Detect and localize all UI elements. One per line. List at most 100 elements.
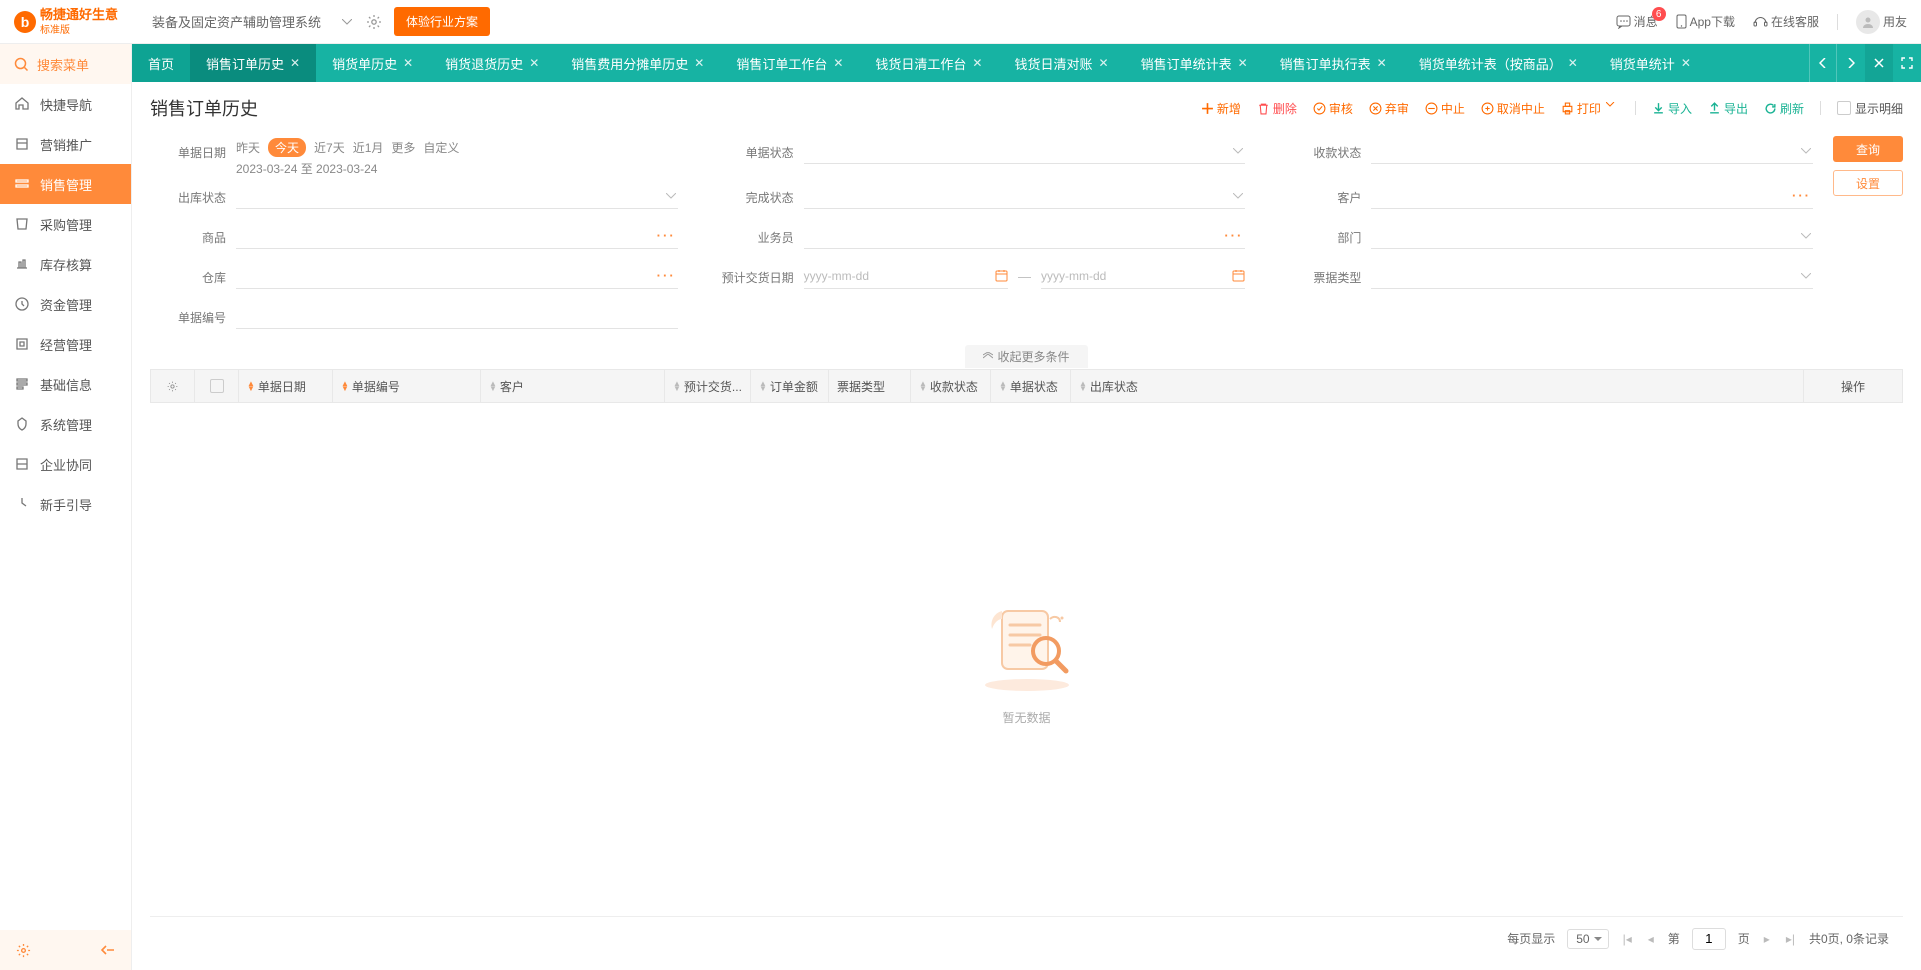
sidebar-item-10[interactable]: 新手引导 — [0, 484, 131, 524]
date-chip-5[interactable]: 自定义 — [423, 139, 459, 156]
tab-scroll-left[interactable] — [1809, 44, 1837, 82]
close-icon[interactable]: ✕ — [403, 56, 413, 70]
pay-status-select[interactable] — [1371, 138, 1813, 164]
col-expect-date[interactable]: ▲▼预计交货... — [665, 370, 751, 402]
phone-icon — [1676, 14, 1687, 29]
sidebar-item-7[interactable]: 基础信息 — [0, 364, 131, 404]
col-bill-no[interactable]: ▲▼单据编号 — [333, 370, 481, 402]
export-button[interactable]: 导出 — [1708, 100, 1748, 117]
stop-button[interactable]: 中止 — [1425, 100, 1465, 117]
online-service-button[interactable]: 在线客服 — [1753, 13, 1819, 30]
unstop-button[interactable]: 取消中止 — [1481, 100, 1545, 117]
date-chip-0[interactable]: 昨天 — [236, 139, 260, 156]
sidebar-item-4[interactable]: 库存核算 — [0, 244, 131, 284]
dept-select[interactable] — [1371, 223, 1813, 249]
customer-picker[interactable]: ··· — [1371, 183, 1813, 209]
app-download-button[interactable]: App下载 — [1676, 13, 1735, 30]
import-button[interactable]: 导入 — [1652, 100, 1692, 117]
col-bill-status[interactable]: ▲▼单据状态 — [991, 370, 1071, 402]
close-icon[interactable]: ✕ — [290, 56, 300, 70]
page-last[interactable]: ▸| — [1784, 932, 1797, 946]
close-icon[interactable]: ✕ — [529, 56, 539, 70]
system-selector[interactable]: 装备及固定资产辅助管理系统 — [152, 12, 352, 31]
out-status-select[interactable] — [236, 183, 678, 209]
close-icon[interactable]: ✕ — [833, 56, 843, 70]
close-icon[interactable]: ✕ — [972, 56, 982, 70]
sidebar-item-2[interactable]: 销售管理 — [0, 164, 131, 204]
query-button[interactable]: 查询 — [1833, 136, 1903, 162]
delete-button[interactable]: 删除 — [1257, 100, 1297, 117]
expect-date-from[interactable]: yyyy-mm-dd — [804, 263, 1008, 289]
print-button[interactable]: 打印 — [1561, 100, 1619, 117]
close-icon[interactable]: ✕ — [694, 56, 704, 70]
tab-fullscreen[interactable] — [1893, 44, 1921, 82]
close-icon[interactable]: ✕ — [1568, 56, 1578, 70]
tab-scroll-right[interactable] — [1837, 44, 1865, 82]
done-status-select[interactable] — [804, 183, 1246, 209]
tab-home[interactable]: 首页 — [132, 44, 190, 82]
col-customer[interactable]: ▲▼客户 — [481, 370, 665, 402]
tab-9[interactable]: 销货单统计表（按商品）✕ — [1403, 44, 1594, 82]
page-prev[interactable]: ◂ — [1646, 932, 1656, 946]
tab-8[interactable]: 销售订单执行表✕ — [1264, 44, 1403, 82]
sidebar-item-0[interactable]: 快捷导航 — [0, 84, 131, 124]
sidebar-item-8[interactable]: 系统管理 — [0, 404, 131, 444]
bill-no-input[interactable] — [236, 303, 678, 329]
col-pay-status[interactable]: ▲▼收款状态 — [911, 370, 991, 402]
download-label: App下载 — [1690, 13, 1735, 30]
page-input[interactable] — [1692, 928, 1726, 950]
refresh-button[interactable]: 刷新 — [1764, 100, 1804, 117]
system-settings-button[interactable] — [366, 14, 382, 30]
col-ticket-type[interactable]: 票据类型 — [829, 370, 911, 402]
add-button[interactable]: 新增 — [1201, 100, 1241, 117]
sidebar-settings-button[interactable] — [16, 943, 31, 958]
sidebar-item-6[interactable]: 经营管理 — [0, 324, 131, 364]
date-chip-2[interactable]: 近7天 — [314, 139, 345, 156]
industry-plan-button[interactable]: 体验行业方案 — [394, 7, 490, 36]
abandon-audit-button[interactable]: 弃审 — [1369, 100, 1409, 117]
tab-1[interactable]: 销货单历史✕ — [316, 44, 429, 82]
page-first[interactable]: |◂ — [1621, 932, 1634, 946]
page-next[interactable]: ▸ — [1762, 932, 1772, 946]
tab-2[interactable]: 销货退货历史✕ — [429, 44, 555, 82]
close-icon[interactable]: ✕ — [1238, 56, 1248, 70]
filter-settings-button[interactable]: 设置 — [1833, 170, 1903, 196]
date-chip-3[interactable]: 近1月 — [353, 139, 384, 156]
sidebar-item-9[interactable]: 企业协同 — [0, 444, 131, 484]
page-size-select[interactable]: 50 — [1567, 929, 1608, 949]
sidebar-search[interactable]: 搜索菜单 — [0, 44, 131, 84]
ticket-type-select[interactable] — [1371, 263, 1813, 289]
date-chip-4[interactable]: 更多 — [391, 139, 415, 156]
close-icon[interactable]: ✕ — [1099, 56, 1109, 70]
bill-status-select[interactable] — [804, 138, 1246, 164]
tab-7[interactable]: 销售订单统计表✕ — [1125, 44, 1264, 82]
table-settings-col[interactable] — [151, 370, 195, 402]
tab-0[interactable]: 销售订单历史✕ — [190, 44, 316, 82]
tab-10[interactable]: 销货单统计✕ — [1594, 44, 1707, 82]
warehouse-picker[interactable]: ··· — [236, 263, 678, 289]
expect-date-to[interactable]: yyyy-mm-dd — [1041, 263, 1245, 289]
message-button[interactable]: 消息 6 — [1616, 13, 1658, 30]
audit-button[interactable]: 审核 — [1313, 100, 1353, 117]
col-out-status[interactable]: ▲▼出库状态 — [1071, 370, 1804, 402]
tab-3[interactable]: 销售费用分摊单历史✕ — [555, 44, 720, 82]
user-menu[interactable]: 用友 — [1856, 10, 1907, 34]
tab-close-all[interactable] — [1865, 44, 1893, 82]
collapse-filters-button[interactable]: 收起更多条件 — [965, 345, 1087, 368]
show-detail-checkbox[interactable]: 显示明细 — [1837, 100, 1903, 117]
sidebar-item-1[interactable]: 营销推广 — [0, 124, 131, 164]
col-amount[interactable]: ▲▼订单金额 — [751, 370, 829, 402]
date-chip-1[interactable]: 今天 — [268, 138, 306, 157]
salesman-picker[interactable]: ··· — [804, 223, 1246, 249]
sidebar-collapse-button[interactable] — [99, 944, 115, 956]
tab-5[interactable]: 钱货日清工作台✕ — [859, 44, 998, 82]
tab-6[interactable]: 钱货日清对账✕ — [998, 44, 1124, 82]
product-picker[interactable]: ··· — [236, 223, 678, 249]
col-bill-date[interactable]: ▲▼单据日期 — [239, 370, 333, 402]
sidebar-item-5[interactable]: 资金管理 — [0, 284, 131, 324]
close-icon[interactable]: ✕ — [1681, 56, 1691, 70]
close-icon[interactable]: ✕ — [1377, 56, 1387, 70]
table-select-all[interactable] — [195, 370, 239, 402]
sidebar-item-3[interactable]: 采购管理 — [0, 204, 131, 244]
tab-4[interactable]: 销售订单工作台✕ — [720, 44, 859, 82]
